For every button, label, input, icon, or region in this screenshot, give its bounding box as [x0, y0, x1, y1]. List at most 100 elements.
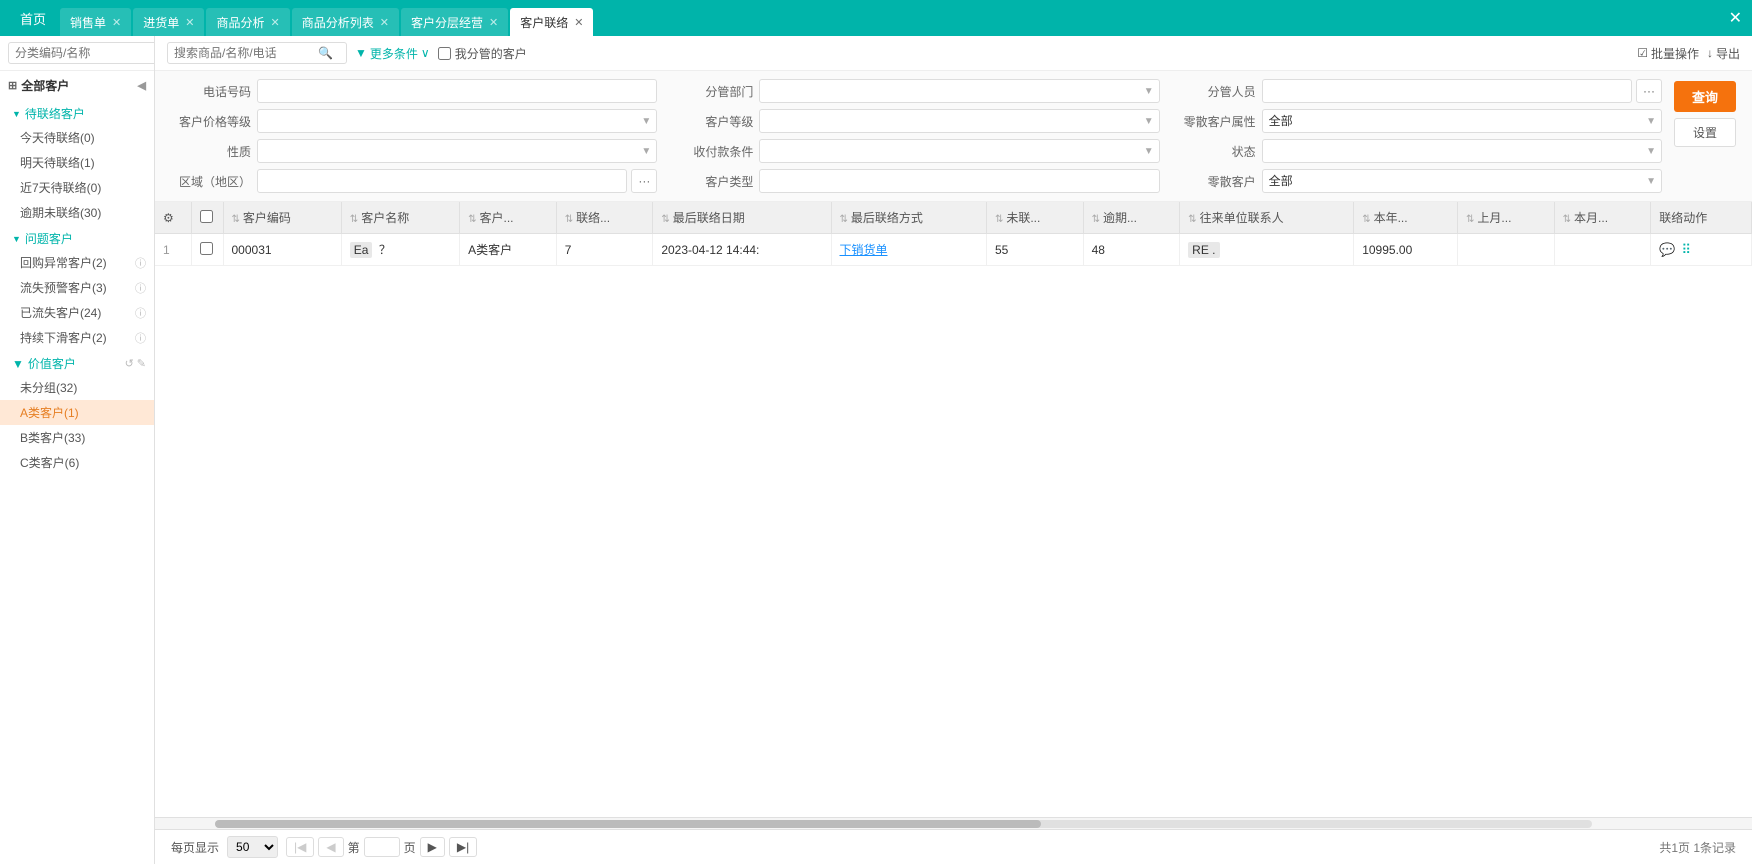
- cust-level-select[interactable]: [759, 109, 1159, 133]
- batch-op-btn[interactable]: ☑ 批量操作: [1637, 45, 1699, 62]
- tab-customer-contact[interactable]: 客户联络 ✕: [510, 8, 593, 36]
- scrollbar-track[interactable]: [215, 820, 1592, 828]
- th-settings[interactable]: ⚙: [155, 202, 191, 234]
- th-overdue[interactable]: ⇅逾期...: [1083, 202, 1180, 234]
- pending-group-header[interactable]: ▼ 待联络客户: [0, 100, 154, 125]
- tab-purchase[interactable]: 进货单 ✕: [133, 8, 204, 36]
- sort-icon[interactable]: ⇅: [661, 214, 669, 225]
- export-btn[interactable]: ↓ 导出: [1707, 45, 1740, 62]
- more-action-icon[interactable]: ⠿: [1681, 242, 1691, 258]
- tab-analysis-list[interactable]: 商品分析列表 ✕: [292, 8, 399, 36]
- page-number-input[interactable]: 1: [364, 837, 400, 857]
- th-checkbox[interactable]: [191, 202, 223, 234]
- value-group-header[interactable]: ▼ 价值客户 ↺ ✎: [0, 350, 154, 375]
- tab-analysis[interactable]: 商品分析 ✕: [206, 8, 289, 36]
- edit-icon[interactable]: ✎: [137, 357, 146, 370]
- horizontal-scrollbar[interactable]: [155, 817, 1752, 829]
- sort-icon[interactable]: ⇅: [565, 214, 573, 225]
- more-conditions-btn[interactable]: ▼ 更多条件 ∨: [355, 45, 430, 62]
- close-icon[interactable]: ✕: [271, 16, 280, 29]
- th-year-amount[interactable]: ⇅本年...: [1354, 202, 1458, 234]
- sidebar-search-input[interactable]: [8, 42, 155, 64]
- last-page-btn[interactable]: ▶|: [449, 837, 477, 857]
- manager-input[interactable]: [1262, 79, 1632, 103]
- message-action-icon[interactable]: 💬: [1659, 242, 1675, 258]
- th-name[interactable]: ⇅客户名称: [341, 202, 459, 234]
- sidebar-item-ungroup[interactable]: 未分组(32): [0, 375, 154, 400]
- th-last-month[interactable]: ⇅上月...: [1458, 202, 1555, 234]
- prev-page-btn[interactable]: ◀: [318, 837, 343, 857]
- sort-icon[interactable]: ⇅: [468, 214, 476, 225]
- manager-dots-btn[interactable]: ···: [1636, 79, 1662, 103]
- sidebar-item-declining[interactable]: 持续下滑客户(2) ⓘ: [0, 325, 154, 350]
- tab-sales[interactable]: 销售单 ✕: [60, 8, 131, 36]
- row-select-checkbox[interactable]: [200, 242, 213, 255]
- sidebar-item-lost[interactable]: 已流失客户(24) ⓘ: [0, 300, 154, 325]
- payment-select[interactable]: [759, 139, 1159, 163]
- sort-icon[interactable]: ⇅: [1362, 214, 1370, 225]
- sort-icon[interactable]: ⇅: [840, 214, 848, 225]
- sidebar-item-class-c[interactable]: C类客户(6): [0, 450, 154, 475]
- refresh-icon[interactable]: ↺: [125, 357, 134, 370]
- close-icon[interactable]: ✕: [185, 16, 194, 29]
- main-search-icon[interactable]: 🔍: [318, 46, 333, 60]
- th-type[interactable]: ⇅客户...: [460, 202, 557, 234]
- th-no-contact[interactable]: ⇅未联...: [986, 202, 1083, 234]
- sidebar-item-class-b[interactable]: B类客户(33): [0, 425, 154, 450]
- th-code[interactable]: ⇅客户编码: [223, 202, 341, 234]
- status-select[interactable]: [1262, 139, 1662, 163]
- sort-icon[interactable]: ⇅: [1092, 214, 1100, 225]
- window-close-icon[interactable]: ✕: [1729, 8, 1742, 28]
- close-icon[interactable]: ✕: [489, 16, 498, 29]
- cust-type-input[interactable]: [759, 169, 1159, 193]
- all-customers-header[interactable]: ⊞ 全部客户 ◀: [0, 71, 154, 100]
- query-button[interactable]: 查询: [1674, 81, 1736, 112]
- sidebar-item-overdue[interactable]: 逾期未联络(30): [0, 200, 154, 225]
- close-icon[interactable]: ✕: [112, 16, 121, 29]
- th-last-method[interactable]: ⇅最后联络方式: [831, 202, 986, 234]
- my-customers-checkbox[interactable]: 我分管的客户: [438, 45, 527, 62]
- region-dots-btn[interactable]: ···: [631, 169, 657, 193]
- per-page-select[interactable]: 50 100 200: [227, 836, 278, 858]
- nature-select[interactable]: [257, 139, 657, 163]
- close-icon[interactable]: ✕: [574, 16, 583, 29]
- sidebar-item-abnormal[interactable]: 回购异常客户(2) ⓘ: [0, 250, 154, 275]
- collapse-icon[interactable]: ◀: [138, 79, 146, 92]
- sidebar-item-class-a[interactable]: A类客户(1): [0, 400, 154, 425]
- sidebar-item-7days[interactable]: 近7天待联络(0): [0, 175, 154, 200]
- row-checkbox[interactable]: [191, 234, 223, 266]
- price-level-select[interactable]: [257, 109, 657, 133]
- sort-icon[interactable]: ⇅: [1563, 214, 1571, 225]
- sidebar-item-tomorrow[interactable]: 明天待联络(1): [0, 150, 154, 175]
- sort-icon[interactable]: ⇅: [1466, 214, 1474, 225]
- th-contact[interactable]: ⇅联络...: [556, 202, 653, 234]
- sort-icon[interactable]: ⇅: [1188, 214, 1196, 225]
- next-page-btn[interactable]: ▶: [420, 837, 445, 857]
- sort-icon[interactable]: ⇅: [995, 214, 1003, 225]
- close-icon[interactable]: ✕: [380, 16, 389, 29]
- region-label: 区域（地区）: [171, 173, 251, 190]
- th-contact-person[interactable]: ⇅往来单位联系人: [1180, 202, 1354, 234]
- phone-input[interactable]: [257, 79, 657, 103]
- select-all-checkbox[interactable]: [200, 210, 213, 223]
- retail-attr-select[interactable]: 全部: [1262, 109, 1662, 133]
- scrollbar-thumb[interactable]: [215, 820, 1041, 828]
- tab-customer-segment[interactable]: 客户分层经营 ✕: [401, 8, 508, 36]
- th-this-month[interactable]: ⇅本月...: [1554, 202, 1651, 234]
- settings-button[interactable]: 设置: [1674, 118, 1736, 147]
- problem-group-header[interactable]: ▼ 问题客户: [0, 225, 154, 250]
- th-last-date[interactable]: ⇅最后联络日期: [653, 202, 831, 234]
- main-search-input[interactable]: [174, 46, 314, 60]
- sidebar-item-today[interactable]: 今天待联络(0): [0, 125, 154, 150]
- retail-select[interactable]: 全部: [1262, 169, 1662, 193]
- last-contact-method[interactable]: 下销货单: [831, 234, 986, 266]
- my-customers-check[interactable]: [438, 47, 451, 60]
- region-input[interactable]: [257, 169, 627, 193]
- sidebar-item-lost-warning[interactable]: 流失预警客户(3) ⓘ: [0, 275, 154, 300]
- dept-select[interactable]: [759, 79, 1159, 103]
- sort-icon[interactable]: ⇅: [232, 214, 240, 225]
- sort-icon[interactable]: ⇅: [350, 214, 358, 225]
- home-tab[interactable]: 首页: [8, 0, 58, 36]
- first-page-btn[interactable]: |◀: [286, 837, 314, 857]
- settings-icon[interactable]: ⚙: [163, 211, 174, 225]
